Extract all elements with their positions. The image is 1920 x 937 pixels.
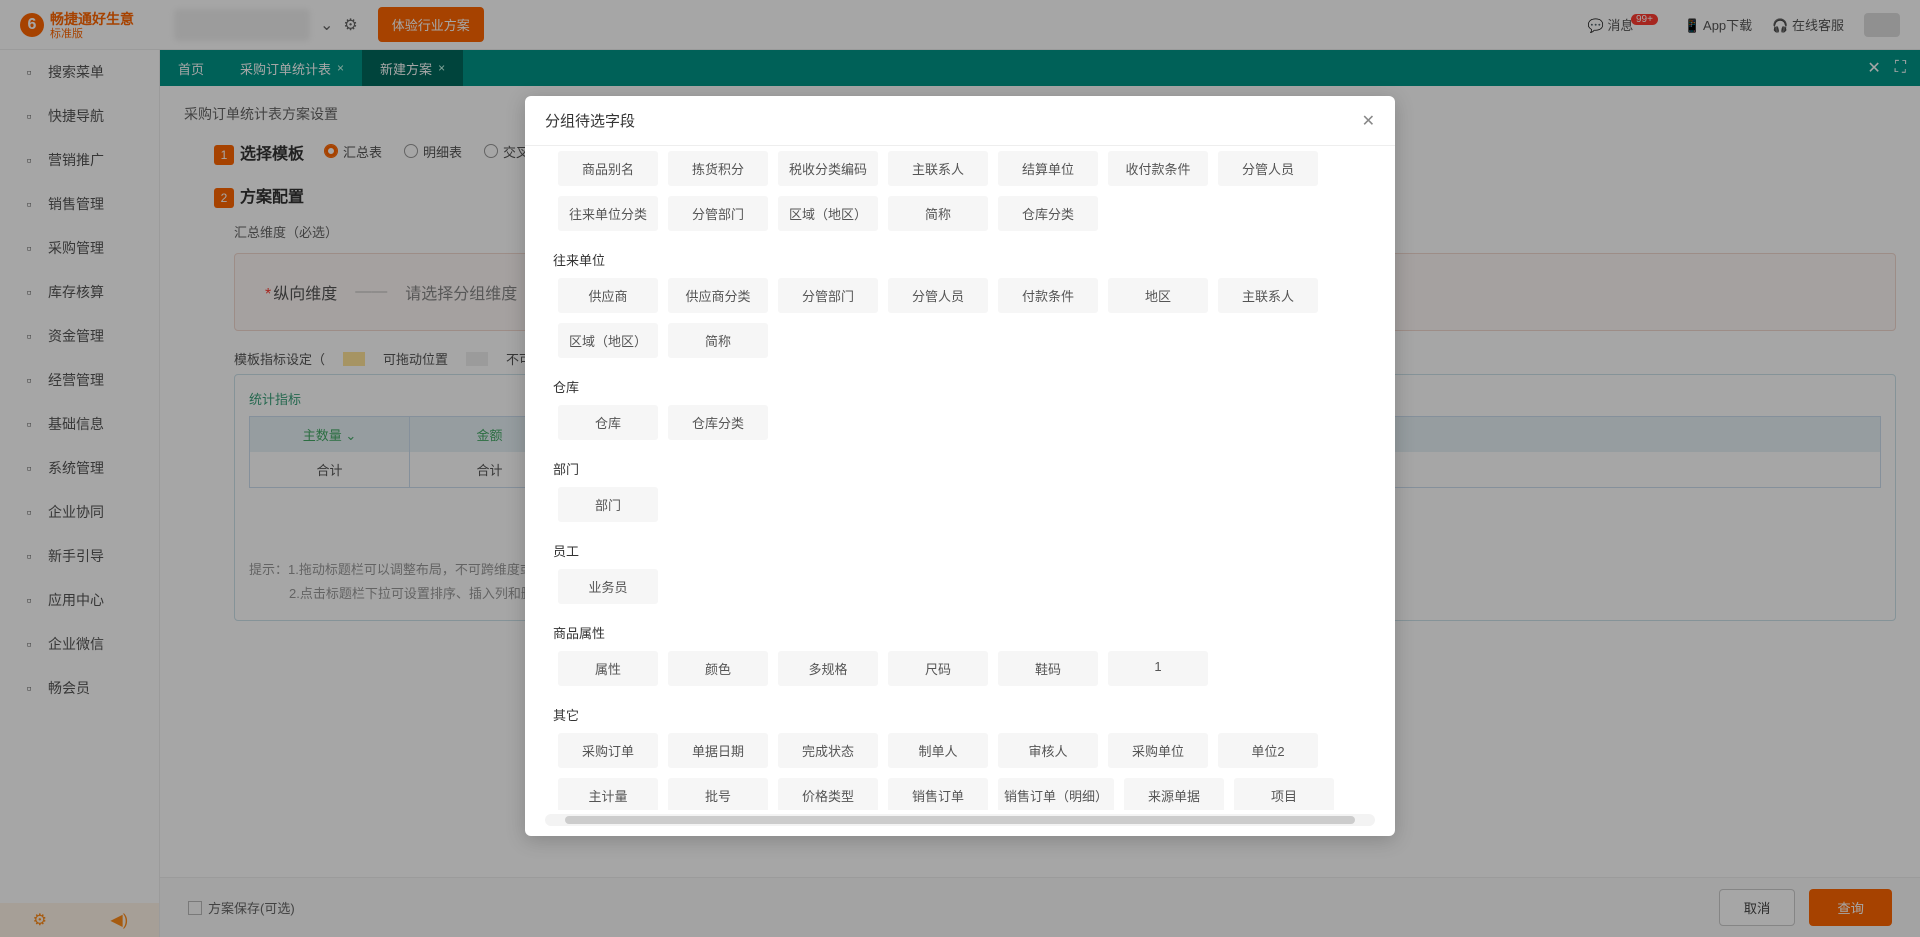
field-group-title: 往来单位 <box>553 250 1367 269</box>
field-option[interactable]: 属性 <box>558 651 658 686</box>
field-option[interactable]: 采购订单 <box>558 733 658 768</box>
field-option[interactable]: 分管部门 <box>778 278 878 313</box>
field-option[interactable]: 收付款条件 <box>1108 151 1208 186</box>
scrollbar-thumb[interactable] <box>565 816 1355 824</box>
field-option[interactable]: 主联系人 <box>1218 278 1318 313</box>
modal-title: 分组待选字段 <box>545 110 635 131</box>
field-option[interactable]: 销售订单 <box>888 778 988 810</box>
field-option[interactable]: 多规格 <box>778 651 878 686</box>
field-option[interactable]: 制单人 <box>888 733 988 768</box>
field-option[interactable]: 项目 <box>1234 778 1334 810</box>
close-icon[interactable]: ✕ <box>1362 111 1375 131</box>
field-option[interactable]: 区域（地区） <box>778 196 878 231</box>
horizontal-scrollbar[interactable] <box>545 814 1375 826</box>
field-option[interactable]: 简称 <box>888 196 988 231</box>
field-group-title: 员工 <box>553 541 1367 560</box>
field-option[interactable]: 主计量 <box>558 778 658 810</box>
field-option[interactable]: 简称 <box>668 323 768 358</box>
field-option[interactable]: 区域（地区） <box>558 323 658 358</box>
field-option[interactable]: 单位2 <box>1218 733 1318 768</box>
field-option[interactable]: 部门 <box>558 487 658 522</box>
field-option[interactable]: 业务员 <box>558 569 658 604</box>
field-option[interactable]: 地区 <box>1108 278 1208 313</box>
field-option[interactable]: 分管人员 <box>888 278 988 313</box>
field-option[interactable]: 仓库 <box>558 405 658 440</box>
field-option[interactable]: 供应商 <box>558 278 658 313</box>
field-option[interactable]: 批号 <box>668 778 768 810</box>
field-option[interactable]: 颜色 <box>668 651 768 686</box>
field-option[interactable]: 来源单据 <box>1124 778 1224 810</box>
field-option[interactable]: 拣货积分 <box>668 151 768 186</box>
field-option[interactable]: 尺码 <box>888 651 988 686</box>
field-option[interactable]: 仓库分类 <box>668 405 768 440</box>
field-option[interactable]: 完成状态 <box>778 733 878 768</box>
field-option[interactable]: 往来单位分类 <box>558 196 658 231</box>
field-option[interactable]: 商品别名 <box>558 151 658 186</box>
modal-body: 商品别名拣货积分税收分类编码主联系人结算单位收付款条件分管人员 往来单位分类分管… <box>525 146 1395 810</box>
field-option[interactable]: 价格类型 <box>778 778 878 810</box>
field-option[interactable]: 采购单位 <box>1108 733 1208 768</box>
field-option[interactable]: 1 <box>1108 651 1208 686</box>
field-option[interactable]: 结算单位 <box>998 151 1098 186</box>
field-option[interactable]: 税收分类编码 <box>778 151 878 186</box>
field-option[interactable]: 销售订单（明细） <box>998 778 1114 810</box>
field-group-title: 商品属性 <box>553 623 1367 642</box>
field-picker-modal: 分组待选字段 ✕ 商品别名拣货积分税收分类编码主联系人结算单位收付款条件分管人员… <box>525 96 1395 836</box>
field-option[interactable]: 供应商分类 <box>668 278 768 313</box>
field-option[interactable]: 审核人 <box>998 733 1098 768</box>
field-group-title: 部门 <box>553 459 1367 478</box>
field-option[interactable]: 主联系人 <box>888 151 988 186</box>
modal-header: 分组待选字段 ✕ <box>525 96 1395 146</box>
field-option[interactable]: 仓库分类 <box>998 196 1098 231</box>
field-option[interactable]: 鞋码 <box>998 651 1098 686</box>
field-option[interactable]: 付款条件 <box>998 278 1098 313</box>
field-option[interactable]: 分管部门 <box>668 196 768 231</box>
field-group-title: 仓库 <box>553 377 1367 396</box>
field-option[interactable]: 单据日期 <box>668 733 768 768</box>
field-group-title: 其它 <box>553 705 1367 724</box>
field-option[interactable]: 分管人员 <box>1218 151 1318 186</box>
